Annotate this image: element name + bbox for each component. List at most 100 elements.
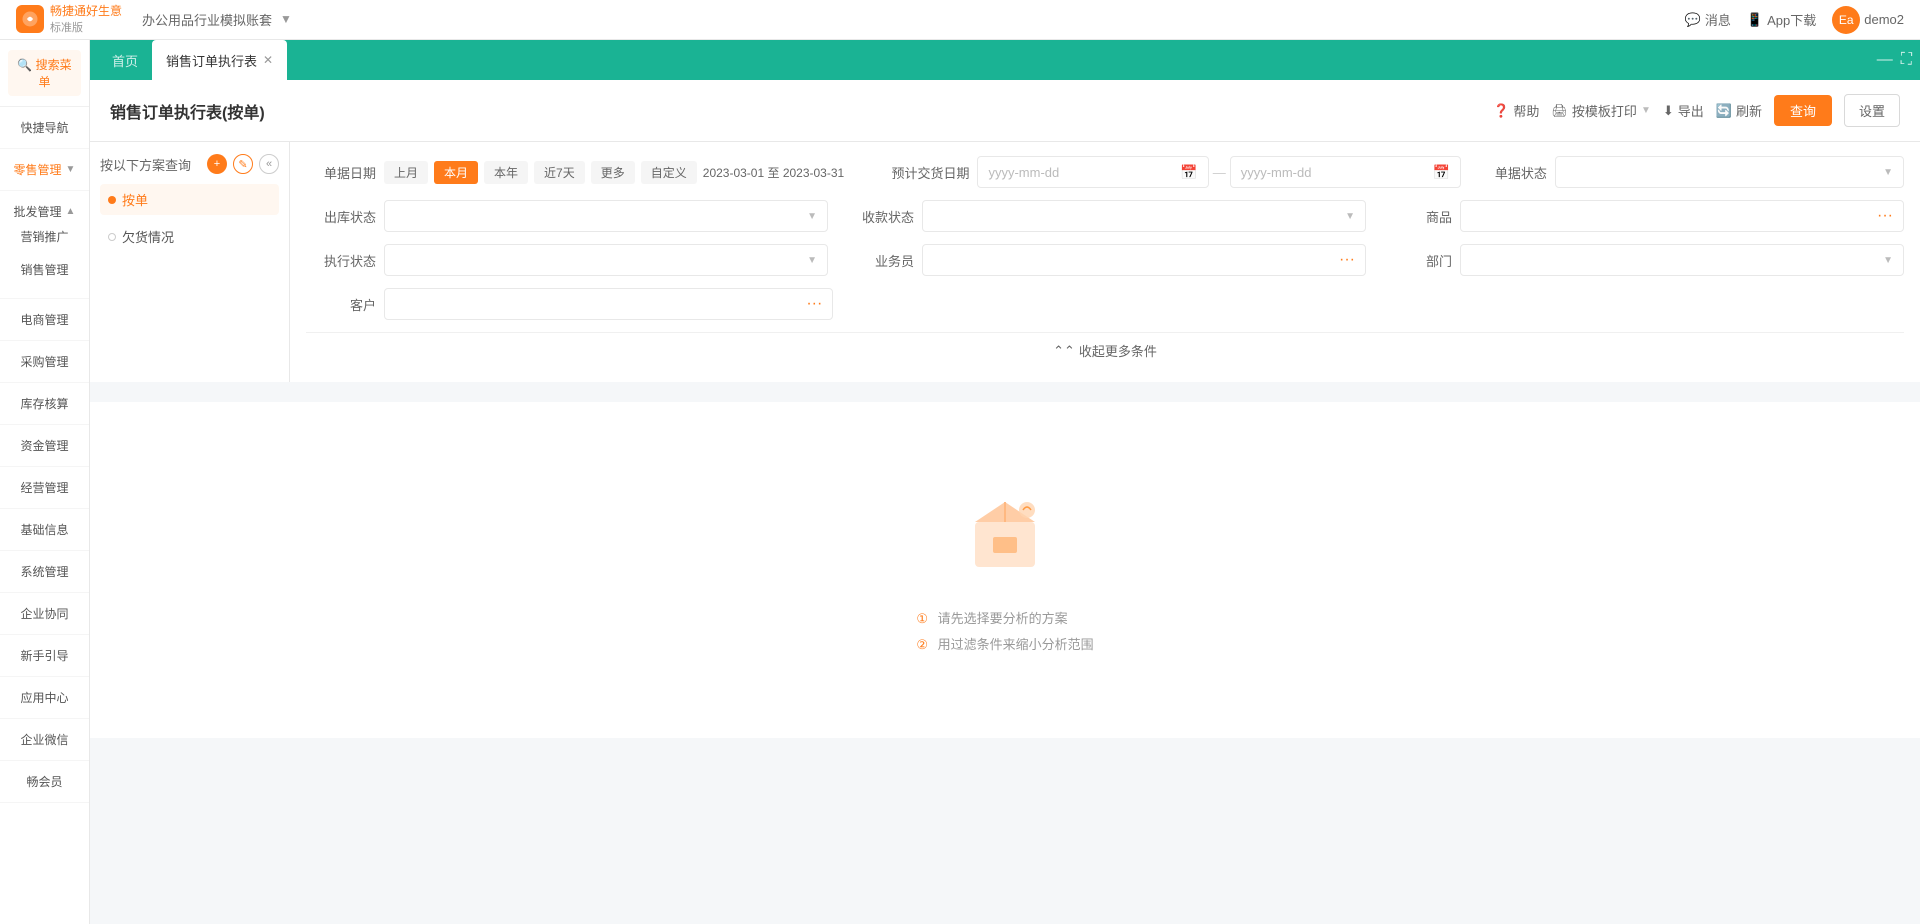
dept-arrow-icon: ▼: [1883, 255, 1893, 266]
filter-field-date: 单据日期 上月 本月 本年 近7天 更多 自定义: [306, 161, 875, 184]
goods-input[interactable]: ···: [1460, 200, 1904, 232]
filter-field-receive-status: 收款状态 ▼: [844, 200, 1366, 232]
template-print-label: 按模板打印: [1572, 101, 1637, 120]
template-print-button[interactable]: 🖨 按模板打印 ▼: [1551, 101, 1650, 120]
receive-status-select[interactable]: ▼: [922, 200, 1366, 232]
message-icon: 💬: [1685, 12, 1701, 28]
collapse-more-button[interactable]: ⌃⌃ 收起更多条件: [1053, 341, 1157, 360]
sidebar-item-wholesale[interactable]: 批发管理 ▲ 营销推广 销售管理: [0, 191, 89, 299]
sidebar-item-newbie[interactable]: 新手引导: [0, 635, 89, 677]
help-button[interactable]: ❓ 帮助: [1493, 101, 1539, 120]
collapse-scheme-button[interactable]: «: [259, 154, 279, 174]
member-label: 畅会员: [26, 775, 62, 789]
receive-status-arrow-icon: ▼: [1345, 211, 1355, 222]
exec-status-label: 执行状态: [306, 251, 376, 270]
query-button[interactable]: 查询: [1774, 95, 1832, 126]
user-menu-button[interactable]: Ea demo2: [1832, 6, 1904, 34]
tab-fullscreen-button[interactable]: ⛶: [1901, 51, 1912, 69]
sidebar-sub-sales[interactable]: 销售管理: [4, 253, 85, 286]
status-select[interactable]: ▼: [1555, 156, 1904, 188]
status-label: 单据状态: [1477, 163, 1547, 182]
content-area: 首页 销售订单执行表 ✕ — ⛶ 销售订单执行表(按单) ❓ 帮助: [90, 40, 1920, 924]
out-status-select[interactable]: ▼: [384, 200, 828, 232]
dept-select[interactable]: ▼: [1460, 244, 1904, 276]
add-scheme-button[interactable]: +: [207, 154, 227, 174]
filter-field-status: 单据状态 ▼: [1477, 156, 1904, 188]
top-bar: 畅捷通好生意 标准版 办公用品行业模拟账套 ▼ 💬 消息 📱 App下载 Ea …: [0, 0, 1920, 40]
empty-steps: ① 请先选择要分析的方案 ② 用过滤条件来缩小分析范围: [916, 606, 1093, 658]
search-menu-button[interactable]: 🔍 搜索菜单: [8, 50, 81, 96]
date-label: 单据日期: [306, 163, 376, 182]
print-arrow-icon: ▼: [1641, 105, 1651, 116]
customer-more-icon[interactable]: ···: [806, 295, 822, 313]
customer-input[interactable]: ···: [384, 288, 833, 320]
date-tag-more[interactable]: 更多: [591, 161, 635, 184]
scheme-item-debt[interactable]: 欠货情况: [100, 221, 279, 252]
filter-field-goods: 商品 ···: [1382, 200, 1904, 232]
sidebar-item-inventory[interactable]: 库存核算: [0, 383, 89, 425]
enterprise-label: 企业协同: [20, 607, 68, 621]
filter-row-out-status: 出库状态 ▼ 收款状态 ▼: [306, 200, 1904, 232]
empty-illustration: [955, 482, 1055, 582]
filter-row-customer: 客户 ···: [306, 288, 1904, 320]
message-button[interactable]: 💬 消息: [1685, 10, 1731, 29]
predict-date-start-placeholder: yyyy-mm-dd: [988, 165, 1176, 180]
refresh-button[interactable]: 🔄 刷新: [1716, 101, 1762, 120]
scheme-order-label: 按单: [122, 190, 148, 209]
export-button[interactable]: ⬇ 导出: [1663, 101, 1704, 120]
dropdown-arrow-icon[interactable]: ▼: [280, 12, 292, 26]
scheme-inactive-dot: [108, 233, 116, 241]
sidebar-item-quick-nav[interactable]: 快捷导航: [0, 107, 89, 149]
tab-home[interactable]: 首页: [98, 40, 152, 80]
scheme-debt-label: 欠货情况: [122, 227, 174, 246]
predict-date-end-input[interactable]: yyyy-mm-dd 📅: [1230, 156, 1461, 188]
predict-date-start-input[interactable]: yyyy-mm-dd 📅: [977, 156, 1208, 188]
date-tag-prev-month[interactable]: 上月: [384, 161, 428, 184]
tab-minimize-button[interactable]: —: [1877, 51, 1893, 69]
sidebar-item-finance[interactable]: 资金管理: [0, 425, 89, 467]
salesperson-more-icon[interactable]: ···: [1339, 251, 1355, 269]
exec-status-select[interactable]: ▼: [384, 244, 828, 276]
date-tag-cur-year[interactable]: 本年: [484, 161, 528, 184]
sidebar-item-ecommerce[interactable]: 电商管理: [0, 299, 89, 341]
tab-sales-exec[interactable]: 销售订单执行表 ✕: [152, 40, 287, 80]
basic-label: 基础信息: [20, 523, 68, 537]
sidebar-item-basic[interactable]: 基础信息: [0, 509, 89, 551]
page-header-actions: ❓ 帮助 🖨 按模板打印 ▼ ⬇ 导出 🔄 刷新: [1493, 94, 1900, 127]
calendar-start-icon: 📅: [1180, 164, 1197, 181]
logo-text: 畅捷通好生意: [50, 4, 122, 18]
query-label: 查询: [1790, 104, 1816, 119]
goods-more-icon[interactable]: ···: [1877, 207, 1893, 225]
sidebar-sub-marketing[interactable]: 营销推广: [4, 220, 85, 253]
refresh-icon: 🔄: [1716, 103, 1732, 119]
scheme-item-order[interactable]: 按单: [100, 184, 279, 215]
date-tag-recent7[interactable]: 近7天: [534, 161, 585, 184]
date-tag-custom[interactable]: 自定义: [641, 161, 697, 184]
collapse-more-section: ⌃⌃ 收起更多条件: [306, 332, 1904, 368]
sidebar-item-wechat[interactable]: 企业微信: [0, 719, 89, 761]
app-title: 办公用品行业模拟账套: [142, 10, 272, 29]
sidebar-item-member[interactable]: 畅会员: [0, 761, 89, 803]
operation-label: 经营管理: [20, 481, 68, 495]
retail-expand-icon: ▼: [66, 164, 76, 175]
sidebar-item-enterprise[interactable]: 企业协同: [0, 593, 89, 635]
sidebar-item-operation[interactable]: 经营管理: [0, 467, 89, 509]
app-download-button[interactable]: 📱 App下载: [1747, 10, 1816, 29]
sidebar-item-purchase[interactable]: 采购管理: [0, 341, 89, 383]
sidebar-item-system[interactable]: 系统管理: [0, 551, 89, 593]
filter-field-predict-date: 预计交货日期 yyyy-mm-dd 📅 — yyyy-mm-dd: [891, 156, 1460, 188]
predict-date-label: 预计交货日期: [891, 163, 969, 182]
salesperson-input[interactable]: ···: [922, 244, 1366, 276]
filter-date-range: yyyy-mm-dd 📅 — yyyy-mm-dd 📅: [977, 156, 1460, 188]
settings-button[interactable]: 设置: [1844, 94, 1900, 127]
sidebar-item-retail[interactable]: 零售管理 ▼: [0, 149, 89, 191]
tab-sales-exec-close[interactable]: ✕: [263, 53, 273, 67]
edit-scheme-button[interactable]: ✎: [233, 154, 253, 174]
empty-step2: ② 用过滤条件来缩小分析范围: [916, 632, 1093, 658]
sidebar-item-appcenter[interactable]: 应用中心: [0, 677, 89, 719]
username-label: demo2: [1864, 12, 1904, 27]
export-label: 导出: [1678, 101, 1704, 120]
filter-scheme-panel: 按以下方案查询 + ✎ « 按单: [90, 142, 290, 382]
sidebar-search: 🔍 搜索菜单: [0, 40, 89, 107]
date-tag-cur-month[interactable]: 本月: [434, 161, 478, 184]
